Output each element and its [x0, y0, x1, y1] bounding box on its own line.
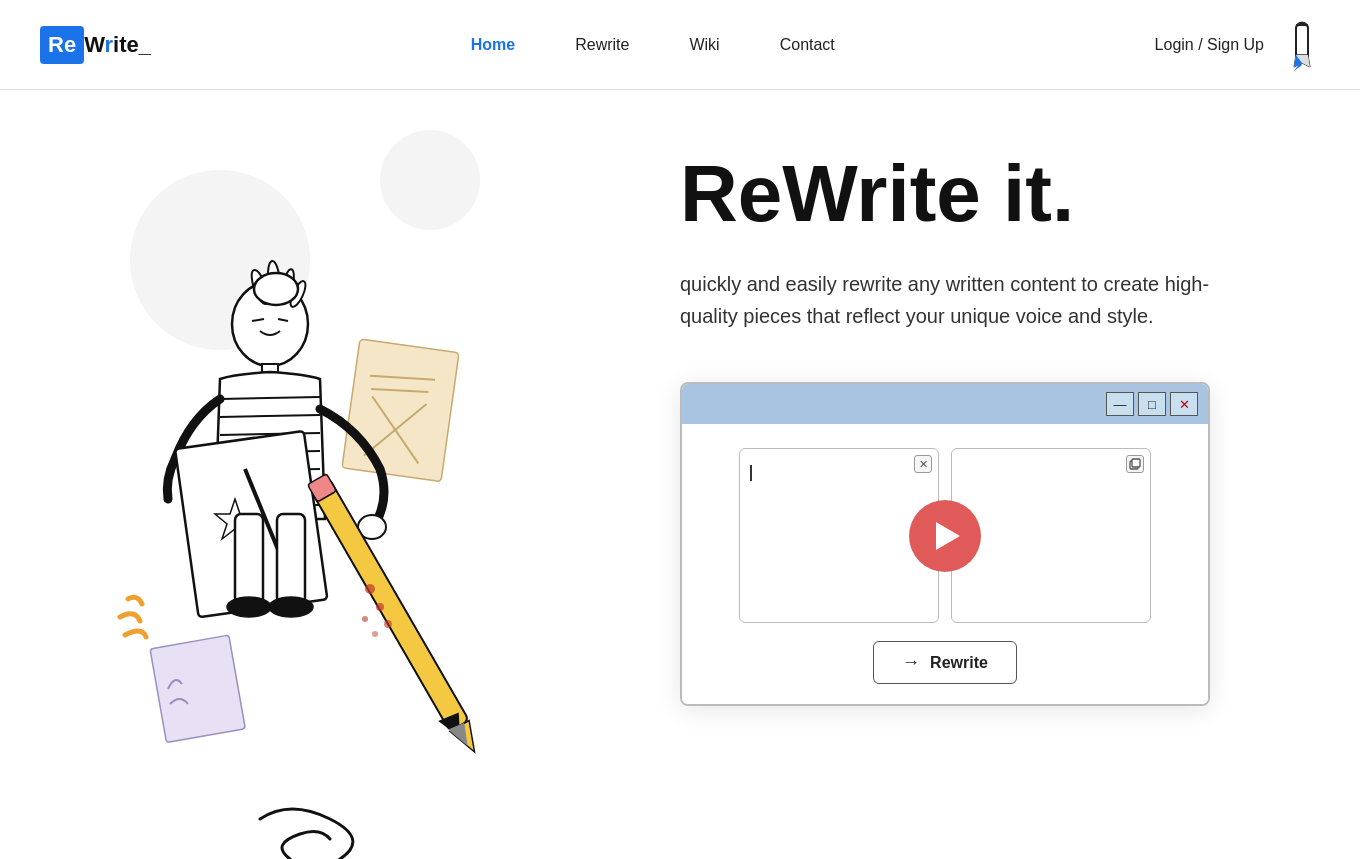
- svg-rect-34: [235, 514, 263, 604]
- svg-point-36: [227, 597, 271, 617]
- clear-input-button[interactable]: ✕: [914, 455, 932, 473]
- text-cursor: [750, 465, 752, 481]
- logo-ite: ite_: [113, 32, 151, 57]
- svg-rect-44: [1132, 459, 1140, 467]
- hero-content: ReWrite it. quickly and easily rewrite a…: [680, 90, 1360, 859]
- close-button[interactable]: ✕: [1170, 392, 1198, 416]
- pen-icon: [1284, 17, 1320, 73]
- hero-illustration-area: [0, 90, 680, 859]
- svg-point-42: [372, 631, 378, 637]
- app-panels: ✕: [702, 448, 1188, 623]
- svg-point-37: [269, 597, 313, 617]
- rewrite-button-label: Rewrite: [930, 654, 988, 672]
- svg-rect-35: [277, 514, 305, 604]
- svg-point-39: [376, 603, 384, 611]
- navbar: Re Write_ Home Rewrite Wiki Contact Logi…: [0, 0, 1360, 90]
- nav-links: Home Rewrite Wiki Contact: [471, 36, 835, 54]
- svg-point-40: [362, 616, 368, 622]
- arrow-icon: →: [902, 652, 920, 673]
- logo-blue-r: r: [105, 32, 114, 57]
- play-button[interactable]: [909, 500, 981, 572]
- nav-link-rewrite[interactable]: Rewrite: [575, 36, 629, 53]
- svg-point-13: [254, 273, 298, 305]
- nav-item-rewrite[interactable]: Rewrite: [575, 36, 629, 54]
- hero-illustration: [20, 159, 500, 859]
- copy-button[interactable]: [1126, 455, 1144, 473]
- nav-right: Login / Sign Up: [1155, 17, 1320, 73]
- logo-w: W: [84, 32, 104, 57]
- output-panel: [951, 448, 1151, 623]
- app-titlebar: — □ ✕: [682, 384, 1208, 424]
- nav-item-contact[interactable]: Contact: [780, 36, 835, 54]
- logo-write: Write_: [84, 32, 151, 58]
- minimize-button[interactable]: —: [1106, 392, 1134, 416]
- app-body: ✕ →: [682, 424, 1208, 704]
- hero-subtitle: quickly and easily rewrite any written c…: [680, 268, 1210, 332]
- svg-rect-3: [342, 339, 459, 482]
- nav-link-wiki[interactable]: Wiki: [689, 36, 719, 53]
- svg-rect-2: [150, 635, 245, 742]
- svg-rect-29: [310, 478, 469, 731]
- rewrite-button[interactable]: → Rewrite: [873, 641, 1017, 684]
- svg-point-38: [365, 584, 375, 594]
- app-window: — □ ✕ ✕: [680, 382, 1210, 706]
- logo[interactable]: Re Write_: [40, 26, 151, 64]
- hero-section: ReWrite it. quickly and easily rewrite a…: [0, 90, 1360, 859]
- hero-title: ReWrite it.: [680, 150, 1320, 238]
- svg-point-41: [384, 620, 392, 628]
- rewrite-bar: → Rewrite: [702, 641, 1188, 684]
- logo-re: Re: [40, 26, 84, 64]
- nav-item-home[interactable]: Home: [471, 36, 515, 54]
- nav-item-wiki[interactable]: Wiki: [689, 36, 719, 54]
- nav-link-contact[interactable]: Contact: [780, 36, 835, 53]
- maximize-button[interactable]: □: [1138, 392, 1166, 416]
- login-signup-link[interactable]: Login / Sign Up: [1155, 36, 1264, 54]
- nav-link-home[interactable]: Home: [471, 36, 515, 53]
- play-triangle-icon: [936, 522, 960, 550]
